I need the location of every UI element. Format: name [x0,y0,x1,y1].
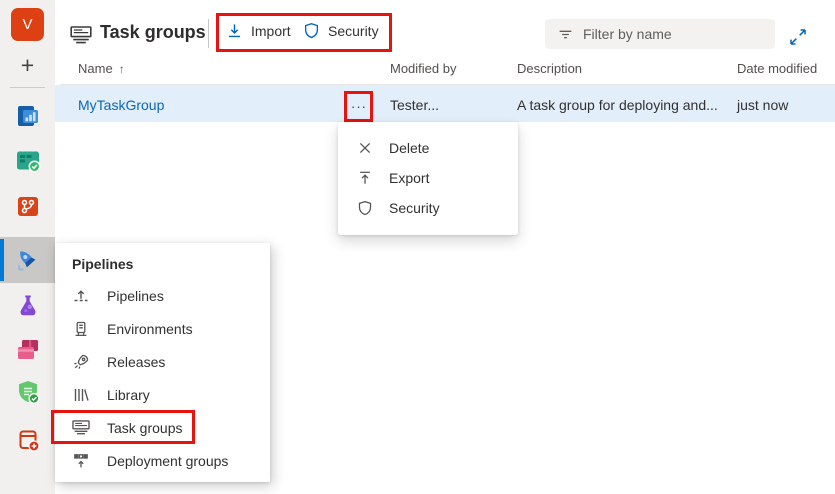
page-title: Task groups [100,22,206,43]
import-icon [226,22,243,39]
boards-icon [13,146,43,176]
task-groups-icon [72,419,90,436]
rail-item-artifacts[interactable] [0,334,55,366]
export-icon [357,170,373,186]
more-actions-button[interactable]: ··· [347,95,371,119]
pipelines-rocket-icon [13,245,43,275]
date-modified-cell: just now [737,97,788,113]
library-icon [72,386,90,404]
rail-item-boards[interactable] [0,145,55,177]
column-header-name[interactable]: Name↑ [78,61,125,76]
flyout-item-releases[interactable]: Releases [55,345,270,378]
pipelines-icon [72,287,90,305]
rail-item-test-plans[interactable] [0,291,55,323]
task-groups-icon [70,25,92,45]
task-groups-page: V + [0,0,835,494]
overview-icon [13,101,43,131]
container-plus-icon [13,425,43,455]
flyout-item-environments[interactable]: Environments [55,312,270,345]
menu-item-export[interactable]: Export [338,163,518,193]
pipelines-flyout: Pipelines Pipelines Environments [55,243,270,482]
context-menu: Delete Export Security [338,122,518,235]
flyout-item-task-groups[interactable]: Task groups [55,411,270,444]
column-header-description[interactable]: Description [517,61,582,76]
environments-icon [72,320,90,338]
import-button[interactable]: Import [226,22,291,39]
project-avatar[interactable]: V [0,8,55,41]
project-avatar-letter: V [11,8,44,41]
repos-icon [13,191,43,221]
task-group-name-link[interactable]: MyTaskGroup [78,97,164,113]
description-cell: A task group for deploying and... [517,97,718,113]
rail-item-new-service[interactable] [0,424,55,456]
shield-icon [357,200,373,216]
column-header-modified-by[interactable]: Modified by [390,61,456,76]
releases-icon [72,353,90,371]
modified-by-cell: Tester... [390,97,439,113]
rail-item-pipelines[interactable] [0,244,55,276]
menu-item-security[interactable]: Security [338,193,518,223]
filter-icon [557,26,574,43]
plus-icon: + [21,54,34,77]
test-plans-icon [13,292,43,322]
sort-ascending-icon: ↑ [119,62,125,76]
shield-icon [303,22,320,39]
flyout-title: Pipelines [72,256,270,276]
security-button[interactable]: Security [303,22,379,39]
flyout-item-pipelines[interactable]: Pipelines [55,279,270,312]
column-header-date-modified[interactable]: Date modified [737,61,817,76]
deployment-groups-icon [72,452,90,470]
table-row[interactable] [55,85,835,122]
rail-divider [10,87,45,88]
rail-item-advanced-security[interactable] [0,377,55,409]
add-button[interactable]: + [0,52,55,78]
flyout-item-library[interactable]: Library [55,378,270,411]
artifacts-icon [13,335,43,365]
rail-item-overview[interactable] [0,100,55,132]
fullscreen-icon[interactable] [788,26,810,48]
header-divider [208,19,209,48]
filter-input[interactable] [583,26,763,42]
app-rail: V + [0,0,55,494]
flyout-item-deployment-groups[interactable]: Deployment groups [55,444,270,477]
filter-box[interactable] [545,19,775,49]
security-shield-icon [13,378,43,408]
import-button-label: Import [251,23,291,39]
rail-item-repos[interactable] [0,190,55,222]
menu-item-delete[interactable]: Delete [338,133,518,163]
security-button-label: Security [328,23,379,39]
delete-icon [357,140,373,156]
